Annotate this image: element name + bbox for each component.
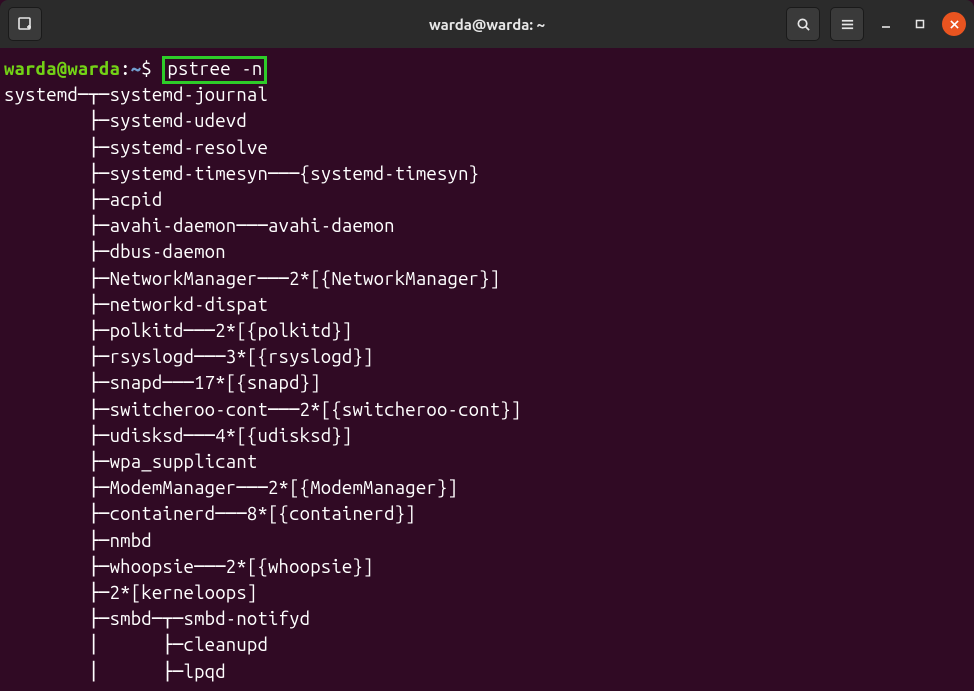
- tree-line: ├─snapd───17*[{snapd}]: [4, 370, 974, 396]
- titlebar-left: [8, 7, 42, 41]
- tree-line: systemd─┬─systemd-journal: [4, 82, 974, 108]
- prompt-line: warda@warda:~$ pstree -n: [4, 56, 974, 82]
- tree-line: ├─polkitd───2*[{polkitd}]: [4, 318, 974, 344]
- search-button[interactable]: [786, 7, 820, 41]
- tree-line: │ ├─cleanupd: [4, 632, 974, 658]
- tree-line: ├─containerd───8*[{containerd}]: [4, 501, 974, 527]
- tree-line: ├─wpa_supplicant: [4, 449, 974, 475]
- tree-line: ├─ModemManager───2*[{ModemManager}]: [4, 475, 974, 501]
- maximize-button[interactable]: [908, 12, 932, 36]
- prompt-path: ~: [131, 59, 142, 79]
- tree-line: ├─NetworkManager───2*[{NetworkManager}]: [4, 266, 974, 292]
- tree-line: ├─switcheroo-cont───2*[{switcheroo-cont}…: [4, 397, 974, 423]
- tree-line: ├─2*[kerneloops]: [4, 580, 974, 606]
- tree-line: ├─systemd-timesyn───{systemd-timesyn}: [4, 161, 974, 187]
- tree-line: ├─rsyslogd───3*[{rsyslogd}]: [4, 344, 974, 370]
- tree-line: ├─dbus-daemon: [4, 239, 974, 265]
- window-title: warda@warda: ~: [429, 16, 545, 33]
- menu-button[interactable]: [830, 7, 864, 41]
- prompt-userhost: warda@warda: [4, 59, 120, 79]
- tree-line: ├─acpid: [4, 187, 974, 213]
- tree-line: ├─nmbd: [4, 528, 974, 554]
- tree-line: ├─udisksd───4*[{udisksd}]: [4, 423, 974, 449]
- new-tab-button[interactable]: [8, 7, 42, 41]
- titlebar-right: [786, 7, 966, 41]
- terminal-output[interactable]: warda@warda:~$ pstree -nsystemd─┬─system…: [0, 48, 974, 685]
- tree-line: ├─systemd-resolve: [4, 135, 974, 161]
- minimize-icon: [881, 19, 891, 29]
- new-tab-icon: [17, 16, 33, 32]
- prompt-dollar: $: [141, 59, 162, 79]
- close-icon: [950, 20, 959, 29]
- minimize-button[interactable]: [874, 12, 898, 36]
- tree-line: ├─networkd-dispat: [4, 292, 974, 318]
- tree-line: ├─avahi-daemon───avahi-daemon: [4, 213, 974, 239]
- window-titlebar: warda@warda: ~: [0, 0, 974, 48]
- close-button[interactable]: [942, 12, 966, 36]
- search-icon: [796, 17, 811, 32]
- hamburger-icon: [840, 17, 855, 32]
- maximize-icon: [915, 19, 925, 29]
- tree-line: ├─smbd─┬─smbd-notifyd: [4, 606, 974, 632]
- tree-line: ├─systemd-udevd: [4, 108, 974, 134]
- command-text: pstree -n: [162, 56, 267, 84]
- tree-line: │ ├─lpqd: [4, 659, 974, 685]
- tree-line: ├─whoopsie───2*[{whoopsie}]: [4, 554, 974, 580]
